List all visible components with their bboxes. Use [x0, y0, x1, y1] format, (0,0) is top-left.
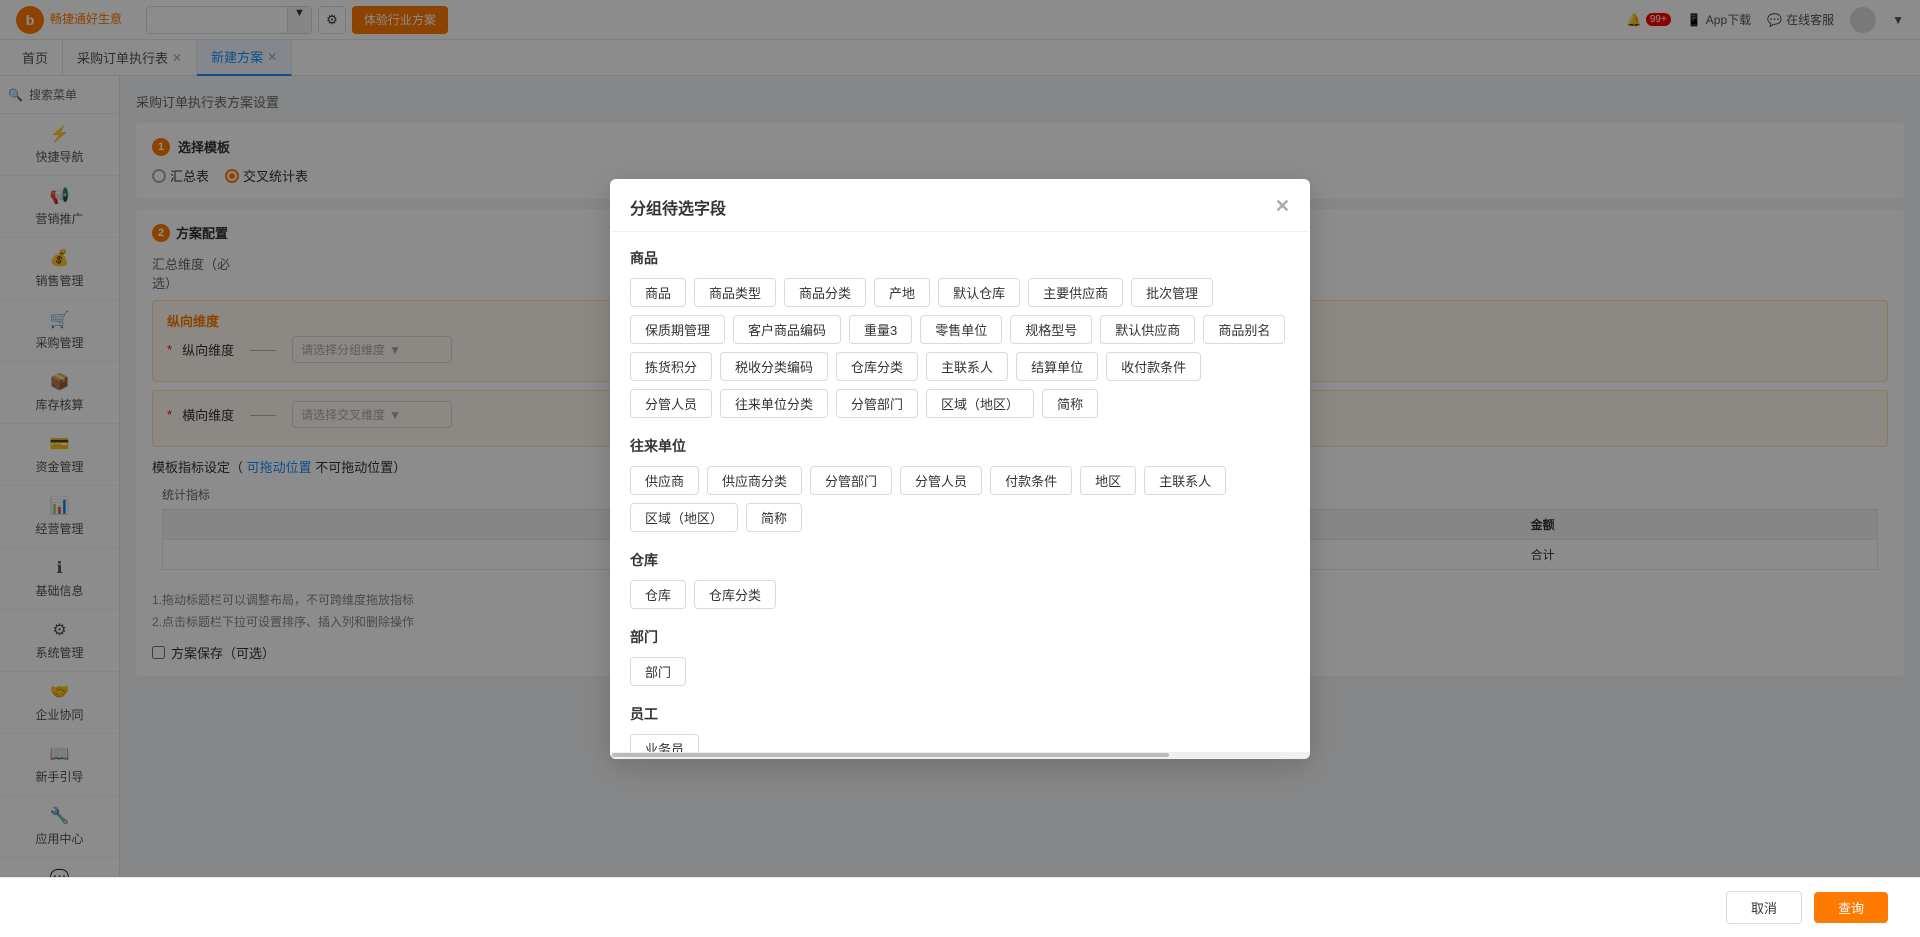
section-title-dept: 部门 — [630, 627, 1290, 647]
field-tag[interactable]: 分管人员 — [630, 389, 712, 418]
modal-body: 商品 商品 商品类型 商品分类 产地 默认仓库 主要供应商 批次管理 保质期管理… — [610, 232, 1310, 753]
field-tag[interactable]: 默认供应商 — [1100, 315, 1195, 344]
field-tag[interactable]: 默认仓库 — [938, 278, 1020, 307]
field-tag[interactable]: 商品类型 — [694, 278, 776, 307]
field-tag[interactable]: 商品 — [630, 278, 686, 307]
confirm-button[interactable]: 查询 — [1814, 892, 1888, 923]
field-tag[interactable]: 税收分类编码 — [720, 352, 828, 381]
section-title-product: 商品 — [630, 248, 1290, 268]
field-tag[interactable]: 拣货积分 — [630, 352, 712, 381]
modal-title: 分组待选字段 — [630, 195, 726, 219]
field-section-dept: 部门 部门 — [630, 627, 1290, 686]
field-tag[interactable]: 分管人员 — [900, 466, 982, 495]
modal-overlay: 分组待选字段 ✕ 商品 商品 商品类型 商品分类 产地 默认仓库 主要供应商 批… — [0, 0, 1920, 937]
cancel-button[interactable]: 取消 — [1726, 891, 1802, 924]
field-tag[interactable]: 供应商 — [630, 466, 699, 495]
field-tag[interactable]: 产地 — [874, 278, 930, 307]
section-title-warehouse: 仓库 — [630, 550, 1290, 570]
modal-header: 分组待选字段 ✕ — [610, 179, 1310, 232]
field-tag[interactable]: 地区 — [1080, 466, 1136, 495]
field-tags-dept: 部门 — [630, 657, 1290, 686]
field-tag[interactable]: 仓库分类 — [694, 580, 776, 609]
field-tag[interactable]: 分管部门 — [810, 466, 892, 495]
field-section-employee: 员工 业务员 — [630, 704, 1290, 753]
field-tag[interactable]: 往来单位分类 — [720, 389, 828, 418]
modal-scrollbar-thumb — [612, 753, 1169, 757]
field-tag[interactable]: 简称 — [746, 503, 802, 532]
field-tag[interactable]: 分管部门 — [836, 389, 918, 418]
field-tag[interactable]: 商品分类 — [784, 278, 866, 307]
field-tag[interactable]: 付款条件 — [990, 466, 1072, 495]
field-tags-employee: 业务员 — [630, 734, 1290, 753]
field-tags-product: 商品 商品类型 商品分类 产地 默认仓库 主要供应商 批次管理 保质期管理 客户… — [630, 278, 1290, 418]
field-tag[interactable]: 结算单位 — [1016, 352, 1098, 381]
field-tag[interactable]: 仓库 — [630, 580, 686, 609]
field-tag[interactable]: 收付款条件 — [1106, 352, 1201, 381]
modal-close-btn[interactable]: ✕ — [1275, 196, 1290, 217]
field-section-warehouse: 仓库 仓库 仓库分类 — [630, 550, 1290, 609]
field-section-product: 商品 商品 商品类型 商品分类 产地 默认仓库 主要供应商 批次管理 保质期管理… — [630, 248, 1290, 418]
field-tag[interactable]: 重量3 — [849, 315, 912, 344]
section-title-employee: 员工 — [630, 704, 1290, 724]
field-tag[interactable]: 规格型号 — [1010, 315, 1092, 344]
field-tag[interactable]: 区域（地区） — [926, 389, 1034, 418]
modal-scrollbar — [610, 752, 1310, 758]
field-tag[interactable]: 仓库分类 — [836, 352, 918, 381]
field-selection-modal: 分组待选字段 ✕ 商品 商品 商品类型 商品分类 产地 默认仓库 主要供应商 批… — [610, 179, 1310, 759]
field-section-partner: 往来单位 供应商 供应商分类 分管部门 分管人员 付款条件 地区 主联系人 区域… — [630, 436, 1290, 532]
field-tag[interactable]: 区域（地区） — [630, 503, 738, 532]
field-tag[interactable]: 主联系人 — [926, 352, 1008, 381]
field-tag[interactable]: 供应商分类 — [707, 466, 802, 495]
field-tag[interactable]: 业务员 — [630, 734, 699, 753]
field-tag[interactable]: 零售单位 — [920, 315, 1002, 344]
field-tag[interactable]: 批次管理 — [1131, 278, 1213, 307]
field-tag[interactable]: 简称 — [1042, 389, 1098, 418]
field-tag[interactable]: 保质期管理 — [630, 315, 725, 344]
section-title-partner: 往来单位 — [630, 436, 1290, 456]
field-tag[interactable]: 商品别名 — [1203, 315, 1285, 344]
field-tags-partner: 供应商 供应商分类 分管部门 分管人员 付款条件 地区 主联系人 区域（地区） … — [630, 466, 1290, 532]
field-tag[interactable]: 客户商品编码 — [733, 315, 841, 344]
field-tags-warehouse: 仓库 仓库分类 — [630, 580, 1290, 609]
field-tag[interactable]: 主联系人 — [1144, 466, 1226, 495]
field-tag[interactable]: 部门 — [630, 657, 686, 686]
field-tag[interactable]: 主要供应商 — [1028, 278, 1123, 307]
modal-footer: 取消 查询 — [0, 877, 1920, 937]
